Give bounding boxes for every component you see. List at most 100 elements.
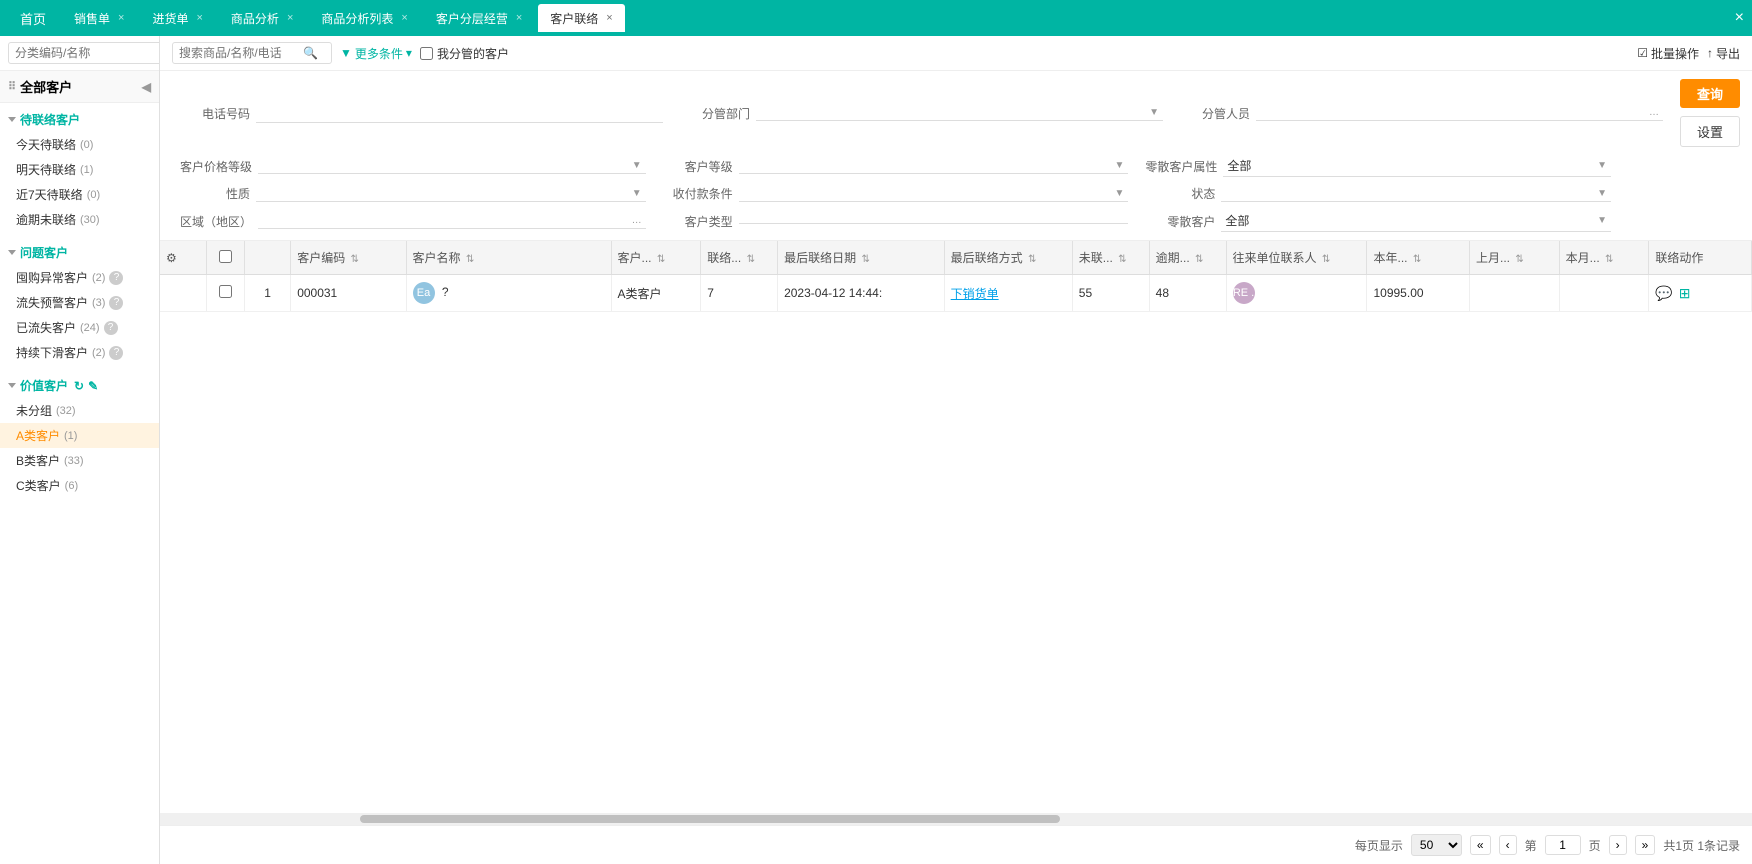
last-page-btn[interactable]: »: [1635, 835, 1656, 855]
row-gear-cell: [160, 275, 206, 312]
nav-tab-customer-ops[interactable]: 客户分层经营 ×: [424, 4, 534, 32]
close-analysis-list-tab[interactable]: ×: [401, 12, 407, 24]
col-last-month: 上月... ⇅: [1469, 241, 1559, 275]
code-sort-icon[interactable]: ⇅: [351, 254, 359, 265]
last-way-link[interactable]: 下销货单: [951, 287, 999, 301]
sidebar-item-tomorrow[interactable]: 明天待联络 (1): [0, 157, 159, 182]
first-page-btn[interactable]: «: [1470, 835, 1491, 855]
customer-type-label: 客户类型: [663, 213, 733, 230]
search-icon[interactable]: 🔍: [303, 46, 318, 60]
sidebar-all-customers-header[interactable]: ⠿ 全部客户 ◀: [0, 71, 159, 103]
sidebar-item-churn-warning[interactable]: 流失预警客户 (3) ?: [0, 290, 159, 315]
batch-op-btn[interactable]: ☑ 批量操作: [1637, 45, 1699, 62]
no-contact-sort-icon[interactable]: ⇅: [1118, 254, 1126, 265]
gear-icon[interactable]: ⚙: [166, 251, 177, 265]
nav-tab-analysis[interactable]: 商品分析 ×: [219, 4, 305, 32]
sidebar-item-class-a[interactable]: A类客户 (1): [0, 423, 159, 448]
close-purchase-tab[interactable]: ×: [196, 12, 202, 24]
sidebar-item-class-c[interactable]: C类客户 (6): [0, 473, 159, 498]
scroll-thumb[interactable]: [360, 815, 1060, 823]
settings-btn[interactable]: 设置: [1680, 116, 1740, 147]
person-select[interactable]: …: [1256, 105, 1663, 121]
filter-customer-level: 客户等级 ▼: [655, 158, 1138, 175]
col-last-date: 最后联络日期 ⇅: [778, 241, 945, 275]
value-customer-header[interactable]: 价值客户 ↻ ✎: [0, 373, 159, 398]
sidebar-item-churned[interactable]: 已流失客户 (24) ?: [0, 315, 159, 340]
this-month-sort-icon[interactable]: ⇅: [1605, 254, 1613, 265]
sidebar-collapse-icon[interactable]: ◀: [142, 80, 151, 94]
next-page-btn[interactable]: ›: [1609, 835, 1627, 855]
sidebar-item-overdue[interactable]: 逾期未联络 (30): [0, 207, 159, 232]
qr-action-icon[interactable]: ⊞: [1679, 285, 1691, 302]
retail-attr-select[interactable]: 全部 ▼: [1223, 155, 1611, 177]
close-customer-ops-tab[interactable]: ×: [516, 12, 522, 24]
export-icon: ↑: [1707, 46, 1713, 60]
my-customers-check[interactable]: [420, 47, 433, 60]
customer-level-select[interactable]: ▼: [739, 158, 1129, 174]
last-month-sort-icon[interactable]: ⇅: [1515, 254, 1523, 265]
nav-tab-purchase[interactable]: 进货单 ×: [140, 4, 214, 32]
problem-customer-header[interactable]: 问题客户: [0, 240, 159, 265]
row-last-way-cell: 下销货单: [944, 275, 1072, 312]
price-level-select[interactable]: ▼: [258, 158, 646, 174]
dept-select[interactable]: ▼: [756, 105, 1163, 121]
overdue-sort-icon[interactable]: ⇅: [1195, 254, 1203, 265]
filter-customer-type: 客户类型: [655, 213, 1138, 230]
select-all-checkbox[interactable]: [219, 250, 232, 263]
payment-select[interactable]: ▼: [739, 186, 1129, 202]
sidebar-item-7days[interactable]: 近7天待联络 (0): [0, 182, 159, 207]
contact-sort-icon[interactable]: ⇅: [747, 254, 755, 265]
close-customer-contact-tab[interactable]: ×: [606, 12, 612, 24]
query-btn[interactable]: 查询: [1680, 79, 1740, 108]
name-sort-icon[interactable]: ⇅: [466, 254, 474, 265]
nature-select[interactable]: ▼: [256, 186, 646, 202]
message-action-icon[interactable]: 💬: [1655, 285, 1672, 302]
sidebar-item-declining[interactable]: 持续下滑客户 (2) ?: [0, 340, 159, 365]
edit-icon[interactable]: ✎: [88, 379, 98, 393]
all-customers-label: 全部客户: [20, 77, 72, 96]
area-select[interactable]: …: [258, 213, 646, 229]
col-this-month: 本月... ⇅: [1559, 241, 1649, 275]
sidebar-item-ungrouped[interactable]: 未分组 (32): [0, 398, 159, 423]
page-size-select[interactable]: 50 100 200: [1411, 834, 1462, 856]
question-icon-churn-warning[interactable]: ?: [109, 296, 123, 310]
retail-customer-select[interactable]: 全部 ▼: [1221, 210, 1611, 232]
pending-contact-header[interactable]: 待联络客户: [0, 107, 159, 132]
nav-tab-analysis-list[interactable]: 商品分析列表 ×: [309, 4, 419, 32]
this-year-sort-icon[interactable]: ⇅: [1413, 254, 1421, 265]
customer-type-select[interactable]: [739, 219, 1129, 224]
question-icon-declining[interactable]: ?: [109, 346, 123, 360]
export-btn[interactable]: ↑ 导出: [1707, 45, 1740, 62]
nav-home[interactable]: 首页: [8, 4, 58, 32]
horizontal-scrollbar[interactable]: [160, 813, 1752, 825]
filter-row-4: 区域（地区） … 客户类型 零散客户 全部 ▼: [172, 210, 1740, 232]
question-icon-churned[interactable]: ?: [104, 321, 118, 335]
status-select[interactable]: ▼: [1221, 186, 1611, 202]
col-action: 联络动作: [1649, 241, 1752, 275]
close-sales-tab[interactable]: ×: [118, 12, 124, 24]
refresh-icon[interactable]: ↻: [74, 379, 84, 393]
sidebar-item-hoarding[interactable]: 囤购异常客户 (2) ?: [0, 265, 159, 290]
filter-payment: 收付款条件 ▼: [655, 185, 1138, 202]
close-all-tabs[interactable]: ×: [1735, 9, 1744, 27]
nav-tab-sales[interactable]: 销售单 ×: [62, 4, 136, 32]
last-date-sort-icon[interactable]: ⇅: [861, 254, 869, 265]
my-customers-checkbox[interactable]: 我分管的客户: [420, 45, 509, 62]
content-area: 🔍 ▼ 更多条件 ▾ 我分管的客户 ☑ 批量操作 ↑ 导出: [160, 36, 1752, 864]
search-input[interactable]: [179, 46, 299, 60]
nav-tab-customer-contact[interactable]: 客户联络 ×: [538, 4, 624, 32]
sidebar-search-input[interactable]: [8, 42, 160, 64]
prev-page-btn[interactable]: ‹: [1499, 835, 1517, 855]
close-analysis-tab[interactable]: ×: [287, 12, 293, 24]
question-icon-hoarding[interactable]: ?: [109, 271, 123, 285]
page-input[interactable]: [1545, 835, 1581, 855]
sidebar-item-today[interactable]: 今天待联络 (0): [0, 132, 159, 157]
more-conditions-btn[interactable]: ▼ 更多条件 ▾: [340, 45, 412, 62]
row-checkbox[interactable]: [219, 285, 232, 298]
phone-input[interactable]: [256, 104, 663, 123]
unit-sort-icon[interactable]: ⇅: [1322, 254, 1330, 265]
sidebar-item-class-b[interactable]: B类客户 (33): [0, 448, 159, 473]
cat-sort-icon[interactable]: ⇅: [657, 254, 665, 265]
col-num: [245, 241, 291, 275]
last-way-sort-icon[interactable]: ⇅: [1028, 254, 1036, 265]
